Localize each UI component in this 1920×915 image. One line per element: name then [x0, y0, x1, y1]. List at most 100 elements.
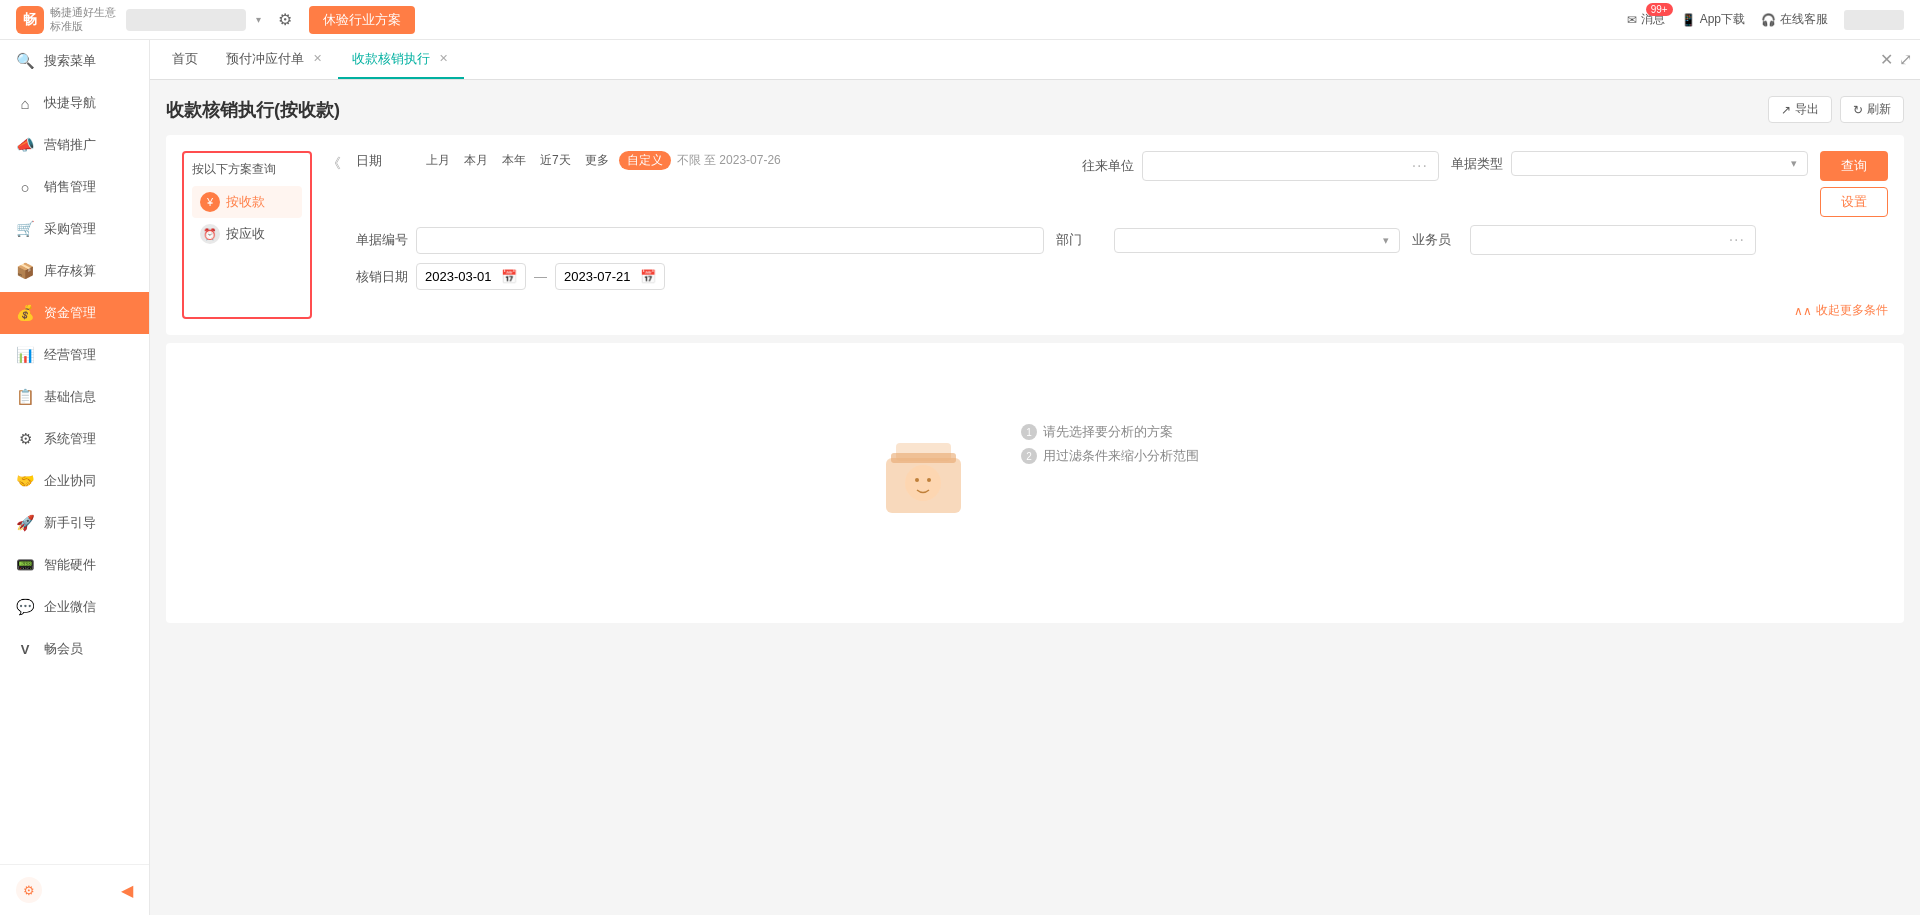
doc-type-chevron-icon: ▾: [1791, 157, 1797, 170]
tab-close-all-icon[interactable]: ✕: [1880, 50, 1893, 69]
customer-service-button[interactable]: 🎧 在线客服: [1761, 11, 1828, 28]
sidebar-collapse-button[interactable]: ◀: [121, 881, 133, 900]
refresh-button[interactable]: ↻ 刷新: [1840, 96, 1904, 123]
message-badge: 99+: [1646, 3, 1673, 16]
clipboard-icon: 📋: [16, 388, 34, 406]
sidebar: 🔍 搜索菜单 ⌂ 快捷导航 📣 营销推广 ○ 销售管理 🛒 采购管理 📦 库存核…: [0, 40, 150, 915]
box-icon: 📦: [16, 262, 34, 280]
doc-number-input[interactable]: [416, 227, 1044, 254]
date-btn-this-year[interactable]: 本年: [498, 151, 530, 170]
svg-point-3: [905, 465, 941, 501]
search-icon: 🔍: [16, 52, 34, 70]
handshake-icon: 🤝: [16, 472, 34, 490]
gear-icon: ⚙: [16, 430, 34, 448]
sidebar-item-wechat[interactable]: 💬 企业微信: [0, 586, 149, 628]
sidebar-item-member[interactable]: V 畅会员: [0, 628, 149, 670]
sidebar-item-marketing[interactable]: 📣 营销推广: [0, 124, 149, 166]
export-icon: ↗: [1781, 103, 1791, 117]
sidebar-item-inventory[interactable]: 📦 库存核算: [0, 250, 149, 292]
svg-point-4: [915, 478, 919, 482]
circle-icon: ○: [16, 179, 34, 196]
calendar-end-icon: 📅: [640, 269, 656, 284]
chevron-down-icon[interactable]: ▾: [256, 14, 261, 25]
tab-prepay[interactable]: 预付冲应付单 ✕: [212, 40, 338, 79]
sidebar-item-label: 资金管理: [44, 304, 96, 322]
settings-gear-button[interactable]: ⚙: [271, 6, 299, 34]
tab-bar-actions: ✕ ⤢: [1880, 50, 1912, 69]
sidebar-item-hardware[interactable]: 📟 智能硬件: [0, 544, 149, 586]
tab-receivable-close-icon[interactable]: ✕: [436, 52, 450, 66]
doc-type-select[interactable]: ▾: [1511, 151, 1808, 176]
export-button[interactable]: ↗ 导出: [1768, 96, 1832, 123]
top-bar-right: ✉ 消息 99+ 📱 App下载 🎧 在线客服: [1627, 10, 1904, 30]
query-button[interactable]: 查询: [1820, 151, 1888, 181]
date-btn-last-month[interactable]: 上月: [422, 151, 454, 170]
sidebar-bottom: ⚙ ◀: [0, 864, 149, 915]
sidebar-item-search-menu[interactable]: 🔍 搜索菜单: [0, 40, 149, 82]
page-actions: ↗ 导出 ↻ 刷新: [1768, 96, 1904, 123]
filter-sidebar-title: 按以下方案查询: [192, 161, 302, 178]
tab-prepay-label: 预付冲应付单: [226, 50, 304, 68]
empty-content: 1 请先选择要分析的方案 2 用过滤条件来缩小分析范围: [871, 423, 1199, 543]
department-chevron-icon: ▾: [1383, 234, 1389, 247]
app-download-button[interactable]: 📱 App下载: [1681, 11, 1745, 28]
counterparty-label: 往来单位: [1082, 157, 1134, 175]
app-name: 畅捷通好生意 标准版: [50, 6, 116, 32]
filter-option-by-receivable[interactable]: ⏰ 按应收: [192, 218, 302, 250]
sidebar-item-basic-info[interactable]: 📋 基础信息: [0, 376, 149, 418]
app-logo: 畅 畅捷通好生意 标准版: [16, 6, 116, 34]
tab-expand-icon[interactable]: ⤢: [1899, 50, 1912, 69]
setting-button[interactable]: 设置: [1820, 187, 1888, 217]
sidebar-item-label: 经营管理: [44, 346, 96, 364]
phone-icon: 📱: [1681, 13, 1696, 27]
sidebar-item-operation[interactable]: 📊 经营管理: [0, 334, 149, 376]
content-area: 首页 预付冲应付单 ✕ 收款核销执行 ✕ ✕ ⤢ 收款核销执行(按收款): [150, 40, 1920, 915]
tab-home-label: 首页: [172, 50, 198, 68]
filter-collapse-button[interactable]: 《: [324, 155, 344, 173]
salesperson-ellipsis: ···: [1729, 231, 1745, 249]
sidebar-item-label: 库存核算: [44, 262, 96, 280]
svg-rect-2: [891, 453, 956, 463]
message-button[interactable]: ✉ 消息 99+: [1627, 11, 1665, 28]
write-off-date-label: 核销日期: [356, 268, 408, 286]
tab-home[interactable]: 首页: [158, 40, 212, 79]
tab-prepay-close-icon[interactable]: ✕: [310, 52, 324, 66]
chevron-up-icon: ∧∧: [1794, 304, 1812, 318]
counterparty-ellipsis: ···: [1412, 157, 1428, 175]
logo-icon: 畅: [16, 6, 44, 34]
sidebar-item-enterprise[interactable]: 🤝 企业协同: [0, 460, 149, 502]
date-btn-this-month[interactable]: 本月: [460, 151, 492, 170]
date-btn-7days[interactable]: 近7天: [536, 151, 575, 170]
write-off-date-end-input[interactable]: 2023-07-21 📅: [555, 263, 665, 290]
message-icon: ✉: [1627, 13, 1637, 27]
date-btn-more[interactable]: 更多: [581, 151, 613, 170]
sidebar-item-quick-nav[interactable]: ⌂ 快捷导航: [0, 82, 149, 124]
sidebar-item-purchase[interactable]: 🛒 采购管理: [0, 208, 149, 250]
date-quick-buttons: 上月 本月 本年 近7天 更多 自定义 不限 至 2023-07-26: [422, 151, 781, 170]
filter-row-date: 日期 上月 本月 本年 近7天 更多 自定义 不限 至 2023-07-26: [356, 151, 1070, 170]
sidebar-settings-button[interactable]: ⚙: [16, 877, 42, 903]
filter-option-by-receipt[interactable]: ¥ 按收款: [192, 186, 302, 218]
department-label: 部门: [1056, 231, 1106, 249]
chart-icon: 📊: [16, 346, 34, 364]
counterparty-input[interactable]: ···: [1142, 151, 1439, 181]
date-btn-custom[interactable]: 自定义: [619, 151, 671, 170]
sidebar-item-finance[interactable]: 💰 资金管理: [0, 292, 149, 334]
tab-receivable-label: 收款核销执行: [352, 50, 430, 68]
cart-icon: 🛒: [16, 220, 34, 238]
department-select[interactable]: ▾: [1114, 228, 1400, 253]
date-separator: —: [534, 269, 547, 284]
sidebar-item-label: 销售管理: [44, 178, 96, 196]
page-header: 收款核销执行(按收款) ↗ 导出 ↻ 刷新: [166, 96, 1904, 123]
sidebar-item-guide[interactable]: 🚀 新手引导: [0, 502, 149, 544]
hint1-text: 请先选择要分析的方案: [1043, 423, 1173, 441]
top-bar: 畅 畅捷通好生意 标准版 ▾ ⚙ 休验行业方案 ✉ 消息 99+ 📱 App下载…: [0, 0, 1920, 40]
salesperson-input[interactable]: ···: [1470, 225, 1756, 255]
sidebar-item-sales[interactable]: ○ 销售管理: [0, 166, 149, 208]
collapse-more-button[interactable]: ∧∧ 收起更多条件: [1794, 302, 1888, 319]
write-off-date-start-input[interactable]: 2023-03-01 📅: [416, 263, 526, 290]
tab-receivable[interactable]: 收款核销执行 ✕: [338, 40, 464, 79]
sidebar-item-system[interactable]: ⚙ 系统管理: [0, 418, 149, 460]
page-content: 收款核销执行(按收款) ↗ 导出 ↻ 刷新 按以下方案查询: [150, 80, 1920, 915]
industry-solution-button[interactable]: 休验行业方案: [309, 6, 415, 34]
